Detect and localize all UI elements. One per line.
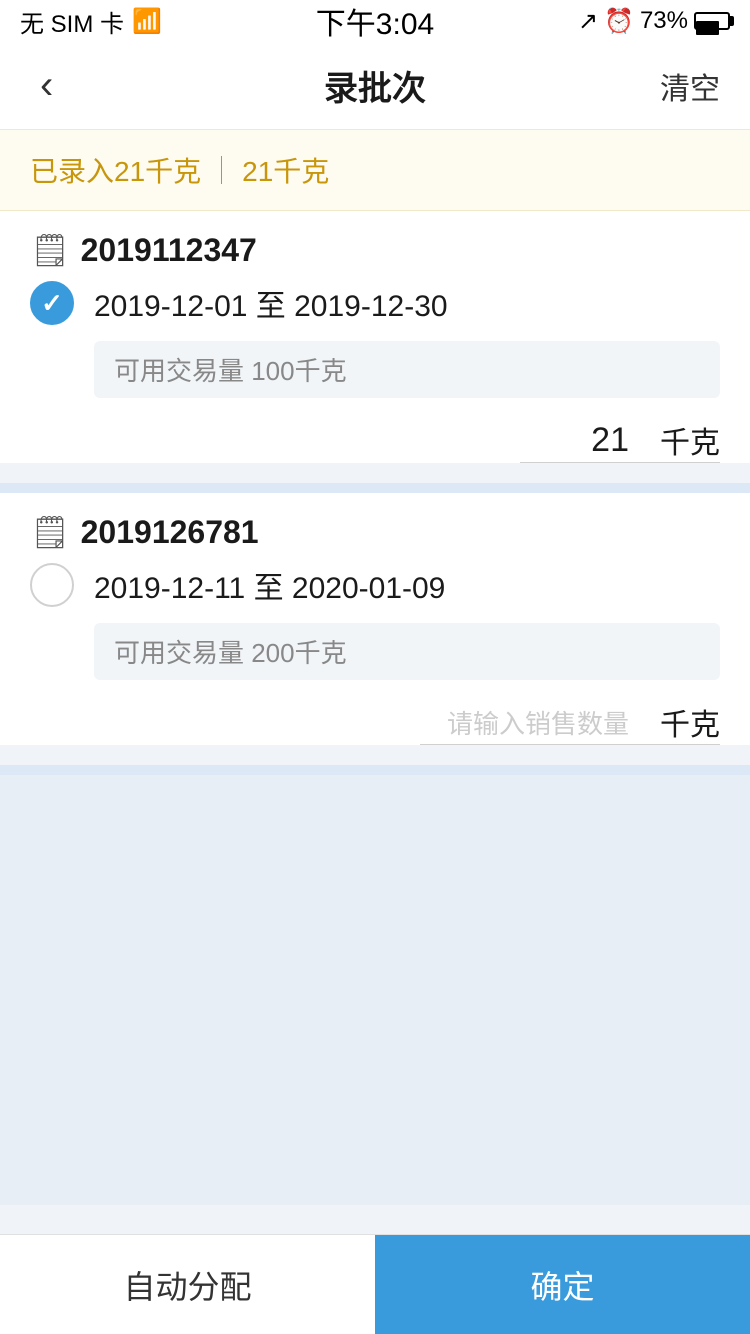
summary-label: 已录入21千克 xyxy=(30,150,201,190)
quantity-section-2: 千克 xyxy=(30,680,720,745)
summary-bar: 已录入21千克 21千克 xyxy=(0,130,750,211)
wifi-icon: 📶 xyxy=(132,7,162,36)
batch-header-2: 🗒 2019126781 xyxy=(30,513,720,551)
quantity-section-1: 千克 xyxy=(30,398,720,463)
summary-divider xyxy=(221,156,222,184)
summary-value: 21千克 xyxy=(242,150,329,190)
batch-row-1[interactable]: ✓ 2019-12-01 至 2019-12-30 xyxy=(30,281,720,325)
status-right: ↗ ⏰ 73% xyxy=(578,7,730,36)
page-title: 录批次 xyxy=(324,61,426,110)
sim-text: 无 SIM 卡 xyxy=(20,4,124,39)
available-tag-2: 可用交易量 200千克 xyxy=(94,623,720,680)
status-left: 无 SIM 卡 📶 xyxy=(20,4,162,39)
quantity-unit-1: 千克 xyxy=(660,418,720,462)
batch-date-2: 2019-12-11 至 2020-01-09 xyxy=(94,563,445,607)
battery-icon xyxy=(694,12,730,30)
input-underline-2 xyxy=(420,744,720,745)
confirm-button[interactable]: 确定 xyxy=(375,1235,750,1334)
alarm-icon: ⏰ xyxy=(604,7,634,36)
nav-bar: ‹ 录批次 清空 xyxy=(0,42,750,130)
input-underline-1 xyxy=(520,462,720,463)
location-icon: ↗ xyxy=(578,7,598,36)
auto-distribute-button[interactable]: 自动分配 xyxy=(0,1235,375,1334)
clear-button[interactable]: 清空 xyxy=(660,64,720,108)
bottom-bar: 自动分配 确定 xyxy=(0,1234,750,1334)
quantity-unit-2: 千克 xyxy=(660,700,720,744)
batch-icon-1: 🗒 xyxy=(30,231,71,269)
section-divider-1 xyxy=(0,483,750,493)
radio-2[interactable] xyxy=(30,563,74,607)
quantity-input-1[interactable] xyxy=(544,421,644,460)
check-icon-1: ✓ xyxy=(41,288,63,319)
quantity-input-2[interactable] xyxy=(384,703,644,742)
batch-row-2[interactable]: 2019-12-11 至 2020-01-09 xyxy=(30,563,720,607)
back-button[interactable]: ‹ xyxy=(30,53,63,118)
quantity-row-1: 千克 xyxy=(30,398,720,462)
batch-header-1: 🗒 2019112347 xyxy=(30,231,720,269)
empty-area xyxy=(0,775,750,1205)
radio-1[interactable]: ✓ xyxy=(30,281,74,325)
available-tag-1: 可用交易量 100千克 xyxy=(94,341,720,398)
batch-date-1: 2019-12-01 至 2019-12-30 xyxy=(94,281,448,325)
batch-item-1: 🗒 2019112347 ✓ 2019-12-01 至 2019-12-30 可… xyxy=(0,211,750,463)
batch-icon-2: 🗒 xyxy=(30,513,71,551)
batch-item-2: 🗒 2019126781 2019-12-11 至 2020-01-09 可用交… xyxy=(0,493,750,745)
status-bar: 无 SIM 卡 📶 下午3:04 ↗ ⏰ 73% xyxy=(0,0,750,42)
battery-text: 73% xyxy=(640,7,688,35)
status-time: 下午3:04 xyxy=(316,0,434,43)
batch-id-2: 2019126781 xyxy=(81,514,259,551)
batch-id-1: 2019112347 xyxy=(81,232,257,269)
section-divider-2 xyxy=(0,765,750,775)
quantity-row-2: 千克 xyxy=(30,680,720,744)
